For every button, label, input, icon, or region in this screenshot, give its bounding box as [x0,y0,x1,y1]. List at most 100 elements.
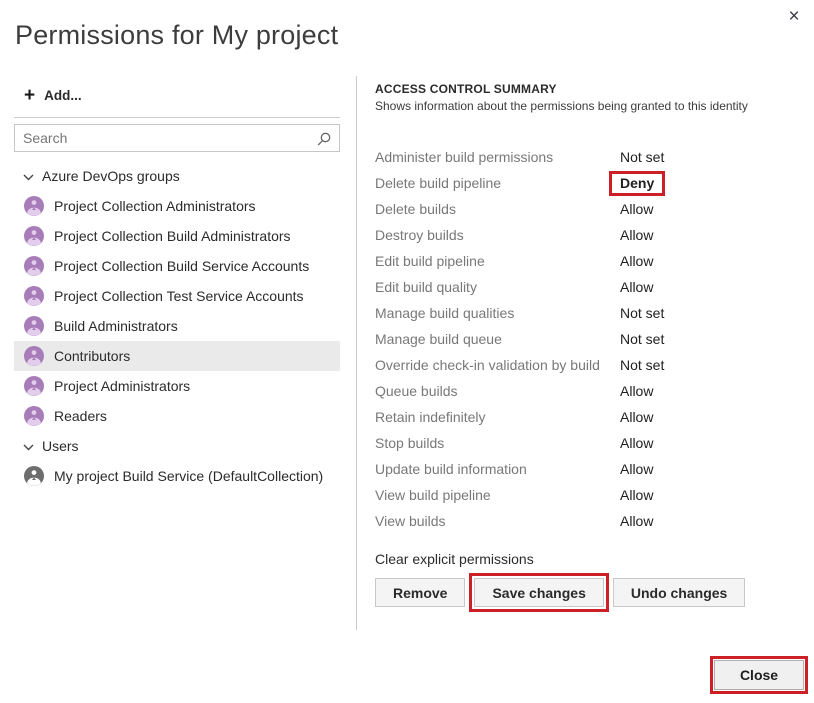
search-box [14,124,340,152]
sidebar-item-build-administrators[interactable]: Build Administrators [14,311,340,341]
permission-row-update-build-information: Update build informationAllow [375,456,805,482]
sidebar-item-label: Build Administrators [54,318,178,334]
permission-name: Manage build queue [375,331,620,347]
sidebar-group-azure-devops-groups[interactable]: Azure DevOps groups [14,161,340,191]
permission-value[interactable]: Allow [620,383,653,399]
add-button-label: Add... [44,88,82,103]
search-input[interactable] [15,125,339,151]
permission-row-delete-build-pipeline: Delete build pipelineDeny [375,170,805,196]
sidebar-item-project-administrators[interactable]: Project Administrators [14,371,340,401]
permission-row-manage-build-qualities: Manage build qualitiesNot set [375,300,805,326]
user-list: My project Build Service (DefaultCollect… [14,461,340,491]
access-control-summary-heading: ACCESS CONTROL SUMMARY [375,82,805,96]
sidebar-item-label: Project Collection Build Service Account… [54,258,309,274]
permission-name: Destroy builds [375,227,620,243]
clear-explicit-permissions-link[interactable]: Clear explicit permissions [375,551,534,567]
remove-button[interactable]: Remove [375,578,465,607]
permission-name: Override check-in validation by build [375,357,620,373]
permission-name: Retain indefinitely [375,409,620,425]
permission-value[interactable]: Not set [620,331,664,347]
undo-changes-button[interactable]: Undo changes [613,578,745,607]
close-icon[interactable]: × [782,6,806,30]
sidebar-item-label: Project Administrators [54,378,190,394]
permission-row-edit-build-pipeline: Edit build pipelineAllow [375,248,805,274]
sidebar-item-project-collection-administrators[interactable]: Project Collection Administrators [14,191,340,221]
group-avatar-icon [24,196,44,216]
identity-tree: Azure DevOps groups Project Collection A… [14,161,340,491]
permission-list: Administer build permissionsNot setDelet… [375,144,805,534]
sidebar-item-label: My project Build Service (DefaultCollect… [54,468,323,484]
access-control-panel: ACCESS CONTROL SUMMARY Shows information… [375,82,805,607]
permission-value[interactable]: Allow [620,279,653,295]
save-changes-button[interactable]: Save changes [474,578,603,607]
sidebar-item-label: Project Collection Test Service Accounts [54,288,304,304]
search-icon [316,131,332,150]
permission-row-stop-builds: Stop buildsAllow [375,430,805,456]
permission-value[interactable]: Allow [620,461,653,477]
permission-value[interactable]: Not set [620,149,664,165]
permission-row-delete-builds: Delete buildsAllow [375,196,805,222]
group-avatar-icon [24,316,44,336]
permission-name: Delete build pipeline [375,175,620,191]
group-list: Project Collection Administrators Project… [14,191,340,431]
permission-row-override-check-in-validation-by-build: Override check-in validation by buildNot… [375,352,805,378]
permission-row-destroy-builds: Destroy buildsAllow [375,222,805,248]
permission-row-view-builds: View buildsAllow [375,508,805,534]
permission-row-queue-builds: Queue buildsAllow [375,378,805,404]
permission-row-view-build-pipeline: View build pipelineAllow [375,482,805,508]
permission-name: Delete builds [375,201,620,217]
user-avatar-icon [24,466,44,486]
sidebar-item-label: Project Collection Administrators [54,198,256,214]
action-button-row: Remove Save changes Undo changes [375,578,805,607]
permission-name: Queue builds [375,383,620,399]
permission-value[interactable]: Allow [620,253,653,269]
permission-name: Stop builds [375,435,620,451]
sidebar-item-label: Contributors [54,348,130,364]
permission-value[interactable]: Not set [620,357,664,373]
permission-value[interactable]: Allow [620,201,653,217]
permission-name: Manage build qualities [375,305,620,321]
permission-value[interactable]: Allow [620,513,653,529]
permission-name: Update build information [375,461,620,477]
permission-value[interactable]: Allow [620,227,653,243]
group-avatar-icon [24,256,44,276]
panel-divider [356,76,357,630]
permission-row-administer-build-permissions: Administer build permissionsNot set [375,144,805,170]
plus-icon: + [24,86,35,105]
page-title: Permissions for My project [15,20,338,51]
group-avatar-icon [24,406,44,426]
sidebar-item-project-collection-build-administrators[interactable]: Project Collection Build Administrators [14,221,340,251]
sidebar-item-project-collection-test-service-accounts[interactable]: Project Collection Test Service Accounts [14,281,340,311]
permission-name: View builds [375,513,620,529]
chevron-down-icon [23,168,34,184]
sidebar-item-readers[interactable]: Readers [14,401,340,431]
sidebar-item-my-project-build-service-defaultcollection[interactable]: My project Build Service (DefaultCollect… [14,461,340,491]
permission-row-retain-indefinitely: Retain indefinitelyAllow [375,404,805,430]
add-button[interactable]: + Add... [14,80,340,110]
users-header-label: Users [42,438,79,454]
group-avatar-icon [24,346,44,366]
group-avatar-icon [24,226,44,246]
identities-panel: + Add... Azure DevOps groups Project Col… [14,80,340,491]
sidebar-group-users[interactable]: Users [14,431,340,461]
permission-row-edit-build-quality: Edit build qualityAllow [375,274,805,300]
sidebar-item-label: Project Collection Build Administrators [54,228,291,244]
access-control-summary-description: Shows information about the permissions … [375,99,805,113]
permission-value[interactable]: Deny [609,171,665,196]
permission-value[interactable]: Allow [620,409,653,425]
permission-name: View build pipeline [375,487,620,503]
close-button[interactable]: Close [714,660,804,690]
permission-name: Edit build quality [375,279,620,295]
sidebar-item-project-collection-build-service-accounts[interactable]: Project Collection Build Service Account… [14,251,340,281]
permission-value[interactable]: Allow [620,435,653,451]
divider [14,117,340,118]
group-avatar-icon [24,376,44,396]
permission-value[interactable]: Allow [620,487,653,503]
sidebar-item-contributors[interactable]: Contributors [14,341,340,371]
permission-value[interactable]: Not set [620,305,664,321]
permission-row-manage-build-queue: Manage build queueNot set [375,326,805,352]
group-avatar-icon [24,286,44,306]
sidebar-item-label: Readers [54,408,107,424]
permission-name: Edit build pipeline [375,253,620,269]
chevron-down-icon [23,438,34,454]
